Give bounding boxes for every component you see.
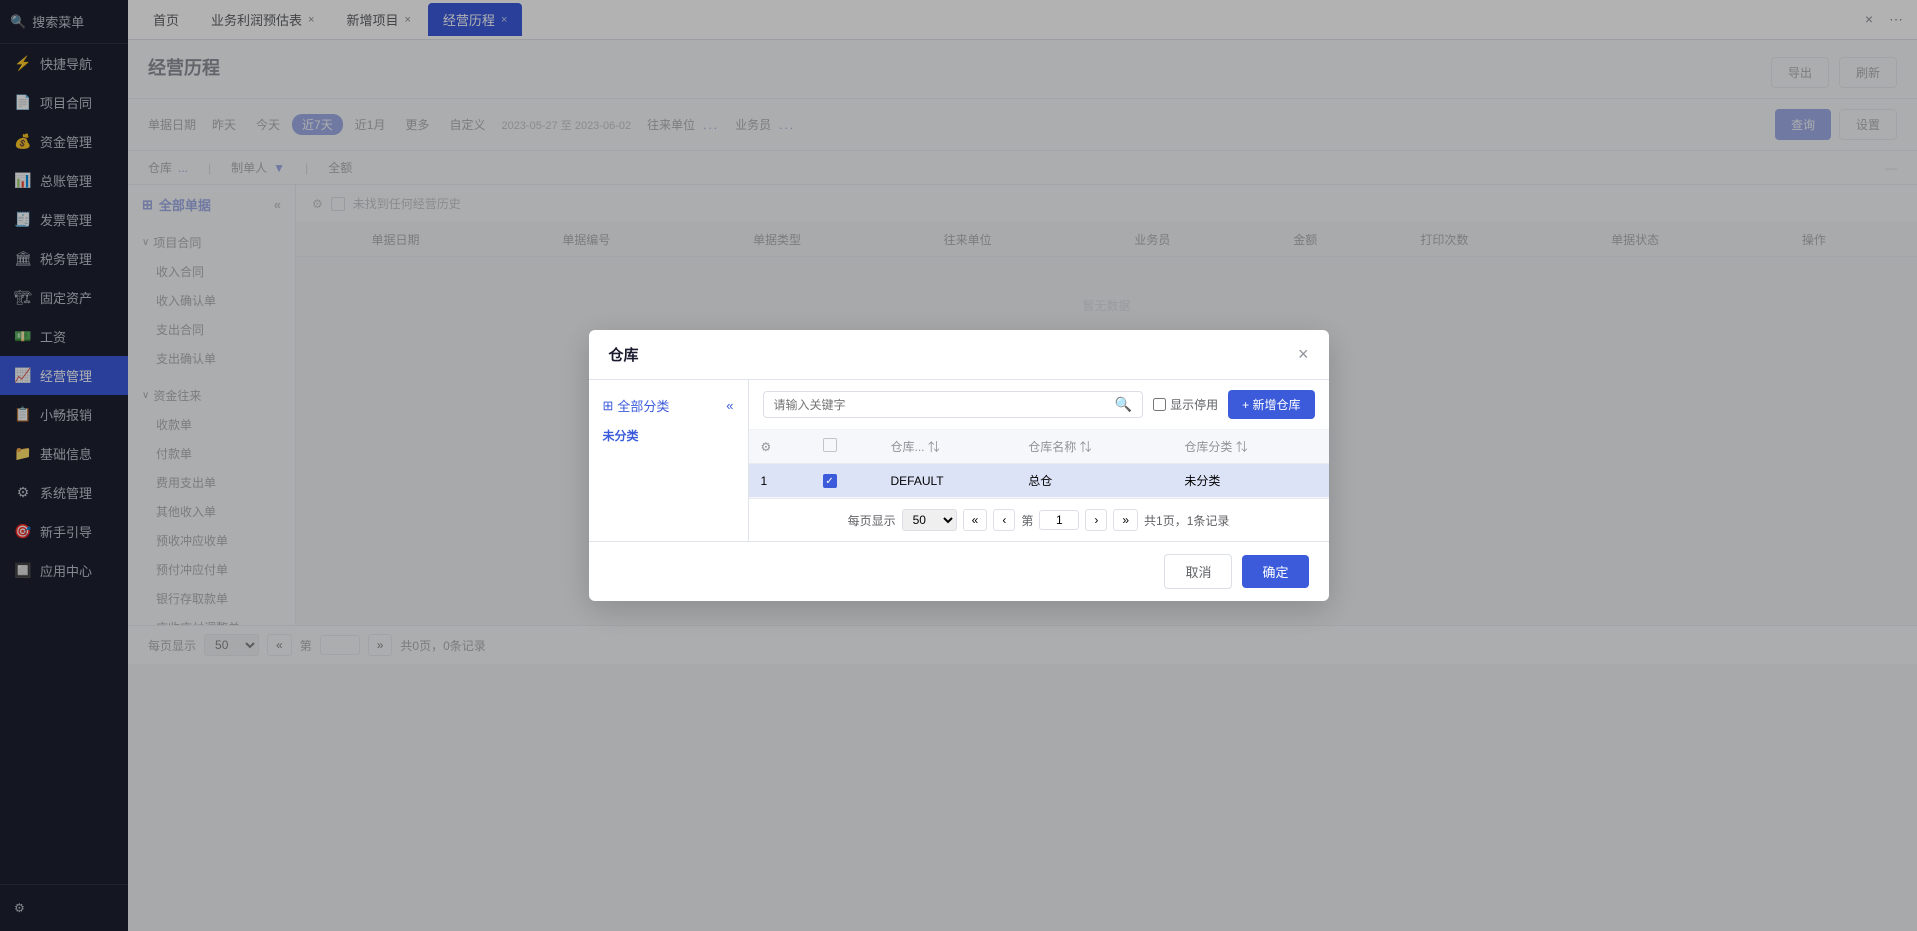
modal-per-page-select[interactable]: 50 100	[902, 509, 957, 531]
show-disabled-label: 显示停用	[1170, 396, 1218, 413]
col-code-label: 仓库...	[890, 440, 924, 454]
confirm-button[interactable]: 确定	[1242, 555, 1308, 588]
modal-overlay: 仓库 × ⊞ 全部分类 « 未分类	[0, 0, 1917, 931]
modal-table: ⚙ 仓库... ⇅	[749, 430, 1329, 498]
modal-collapse-icon[interactable]: «	[726, 398, 733, 413]
th-modal-category[interactable]: 仓库分类 ⇅	[1172, 430, 1328, 464]
col-category-label: 仓库分类	[1184, 440, 1232, 454]
modal-body: ⊞ 全部分类 « 未分类 🔍	[589, 380, 1329, 541]
grid-icon2: ⊞	[603, 398, 614, 414]
modal-page-label: 第	[1021, 512, 1033, 529]
show-disabled-checkbox-label[interactable]: 显示停用	[1153, 396, 1218, 413]
modal-page-input[interactable]	[1039, 510, 1079, 530]
modal-title: 仓库	[609, 344, 639, 365]
settings-icon2[interactable]: ⚙	[761, 440, 772, 454]
warehouse-modal: 仓库 × ⊞ 全部分类 « 未分类	[589, 330, 1329, 601]
row-name: 总仓	[1016, 464, 1172, 498]
row-checkbox[interactable]: ✓	[823, 474, 837, 488]
modal-per-page-label: 每页显示	[848, 512, 896, 529]
modal-last-btn[interactable]: »	[1113, 509, 1138, 531]
modal-first-btn[interactable]: «	[963, 509, 988, 531]
modal-total-text: 共1页，1条记录	[1144, 512, 1229, 529]
modal-select-all[interactable]	[823, 438, 837, 452]
modal-pagination: 每页显示 50 100 « ‹ 第 › » 共1页，1条记录	[749, 498, 1329, 541]
row-num: 1	[749, 464, 811, 498]
col-name-label: 仓库名称	[1028, 440, 1076, 454]
modal-left-panel: ⊞ 全部分类 « 未分类	[589, 380, 749, 541]
sort-icon3: ⇅	[1236, 440, 1248, 454]
th-modal-name[interactable]: 仓库名称 ⇅	[1016, 430, 1172, 464]
modal-footer: 取消 确定	[589, 541, 1329, 601]
modal-category-unclassified[interactable]: 未分类	[589, 421, 748, 450]
row-check[interactable]: ✓	[811, 464, 879, 498]
modal-right-panel: 🔍 显示停用 + 新增仓库	[749, 380, 1329, 541]
modal-search-box: 🔍	[763, 391, 1144, 418]
modal-left-header: ⊞ 全部分类 «	[589, 390, 748, 421]
row-code: DEFAULT	[878, 464, 1016, 498]
modal-prev-btn[interactable]: ‹	[993, 509, 1015, 531]
modal-search-input[interactable]	[774, 398, 1109, 412]
modal-header: 仓库 ×	[589, 330, 1329, 380]
modal-search-icon: 🔍	[1115, 396, 1132, 413]
row-category: 未分类	[1172, 464, 1328, 498]
modal-table-header: ⚙ 仓库... ⇅	[749, 430, 1329, 464]
modal-toolbar: 🔍 显示停用 + 新增仓库	[749, 380, 1329, 430]
modal-table-row[interactable]: 1 ✓ DEFAULT 总仓 未分类	[749, 464, 1329, 498]
th-modal-settings: ⚙	[749, 430, 811, 464]
th-modal-code[interactable]: 仓库... ⇅	[878, 430, 1016, 464]
cancel-button[interactable]: 取消	[1164, 554, 1232, 589]
modal-next-btn[interactable]: ›	[1085, 509, 1107, 531]
show-disabled-checkbox[interactable]	[1153, 398, 1166, 411]
th-modal-check	[811, 430, 879, 464]
modal-close-btn[interactable]: ×	[1298, 344, 1309, 365]
modal-table-area: ⚙ 仓库... ⇅	[749, 430, 1329, 498]
sort-icon: ⇅	[928, 440, 940, 454]
all-category-label[interactable]: 全部分类	[617, 396, 669, 415]
add-warehouse-button[interactable]: + 新增仓库	[1228, 390, 1314, 419]
sort-icon2: ⇅	[1080, 440, 1092, 454]
